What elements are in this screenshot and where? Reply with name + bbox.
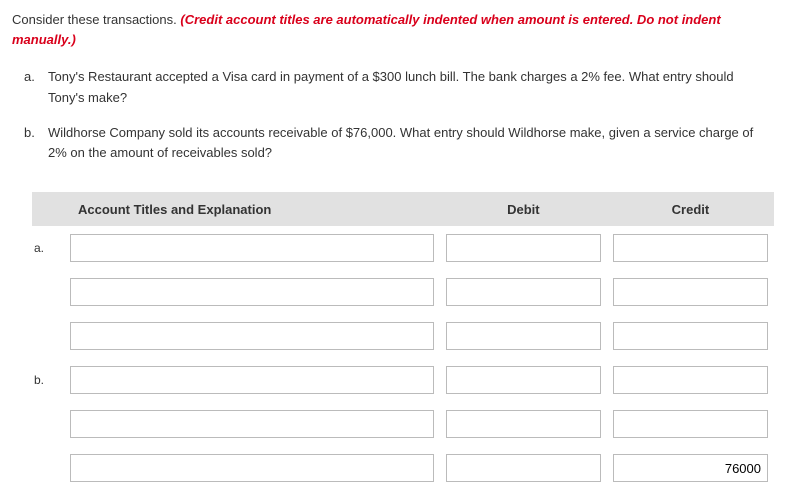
table-row [32, 314, 774, 358]
question-list: a. Tony's Restaurant accepted a Visa car… [12, 67, 774, 164]
table-header-row: Account Titles and Explanation Debit Cre… [32, 192, 774, 226]
question-a: a. Tony's Restaurant accepted a Visa car… [12, 67, 774, 109]
question-marker: b. [12, 123, 48, 165]
account-input[interactable] [70, 410, 434, 438]
account-input[interactable] [70, 454, 434, 482]
debit-input[interactable] [446, 410, 601, 438]
header-credit: Credit [607, 202, 774, 217]
credit-input[interactable] [613, 278, 768, 306]
debit-input[interactable] [446, 234, 601, 262]
question-marker: a. [12, 67, 48, 109]
debit-input[interactable] [446, 322, 601, 350]
table-row [32, 446, 774, 490]
journal-entry-table: Account Titles and Explanation Debit Cre… [32, 192, 774, 490]
credit-input[interactable] [613, 234, 768, 262]
debit-input[interactable] [446, 366, 601, 394]
table-row [32, 270, 774, 314]
instructions: Consider these transactions. (Credit acc… [12, 10, 774, 49]
debit-input[interactable] [446, 454, 601, 482]
credit-input[interactable] [613, 454, 768, 482]
credit-input[interactable] [613, 366, 768, 394]
question-b: b. Wildhorse Company sold its accounts r… [12, 123, 774, 165]
table-row [32, 402, 774, 446]
debit-input[interactable] [446, 278, 601, 306]
header-debit: Debit [440, 202, 607, 217]
credit-input[interactable] [613, 410, 768, 438]
question-text: Tony's Restaurant accepted a Visa card i… [48, 67, 774, 109]
account-input[interactable] [70, 322, 434, 350]
account-input[interactable] [70, 234, 434, 262]
header-account: Account Titles and Explanation [66, 202, 440, 217]
credit-input[interactable] [613, 322, 768, 350]
account-input[interactable] [70, 278, 434, 306]
row-marker: b. [32, 373, 66, 387]
row-marker: a. [32, 241, 66, 255]
question-text: Wildhorse Company sold its accounts rece… [48, 123, 774, 165]
account-input[interactable] [70, 366, 434, 394]
table-row: b. [32, 358, 774, 402]
instructions-main: Consider these transactions. [12, 12, 177, 27]
table-row: a. [32, 226, 774, 270]
